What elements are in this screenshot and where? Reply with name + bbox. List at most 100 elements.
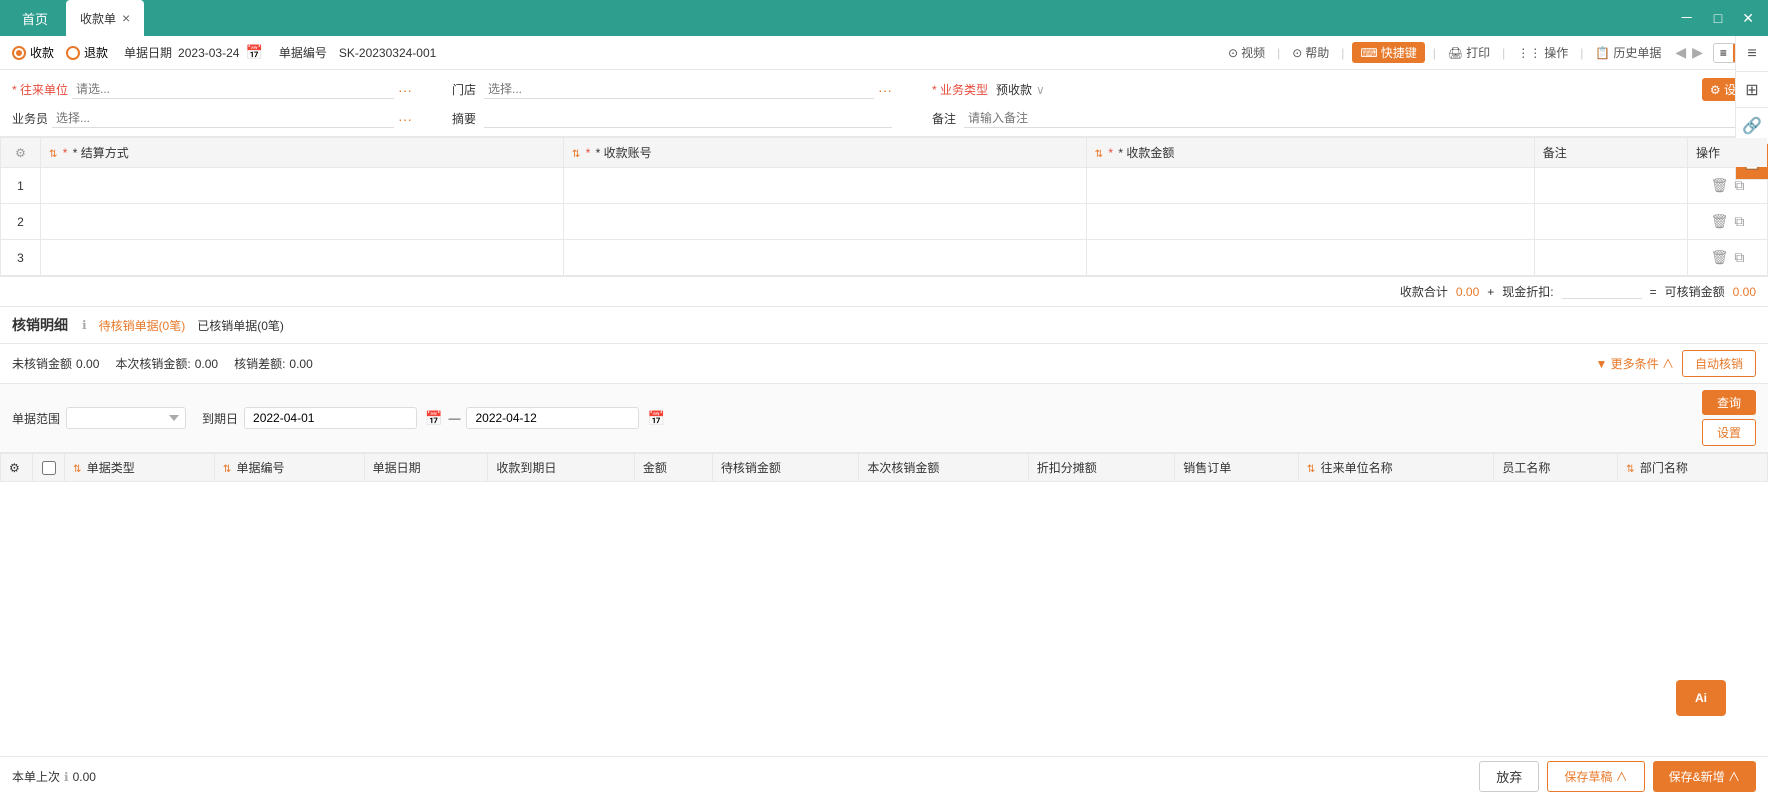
lower-col-date-header: 单据日期 <box>364 454 488 482</box>
settings-icon: ⚙ <box>1710 83 1721 97</box>
staff-more-icon[interactable]: ··· <box>398 111 412 127</box>
bottom-value: 0.00 <box>73 770 96 784</box>
auto-writeoff-button[interactable]: 自动核销 <box>1682 350 1756 377</box>
cell-amount-3[interactable] <box>1086 240 1534 276</box>
video-button[interactable]: ⊙ 视频 <box>1224 42 1269 63</box>
table-settings-icon[interactable]: ⚙ <box>15 146 26 160</box>
col-settings-header[interactable]: ⚙ <box>1 138 41 168</box>
sidebar-icon-1[interactable]: ≡ <box>1736 36 1768 72</box>
bottom-info-icon[interactable]: ℹ <box>64 770 69 784</box>
query-button[interactable]: 查询 <box>1702 390 1756 415</box>
copy-icon-3[interactable]: ⧉ <box>1734 249 1744 266</box>
cell-notes-1[interactable] <box>1534 168 1687 204</box>
discount-input[interactable] <box>1562 284 1642 299</box>
bottom-right: 放弃 保存草稿 ∧ 保存&新增 ∧ <box>1479 761 1756 792</box>
cell-settlement-2[interactable] <box>41 204 564 240</box>
nav-left-icon[interactable]: ◀ <box>1673 42 1688 63</box>
view-list-button[interactable]: ≡ <box>1714 44 1733 62</box>
more-conditions-button[interactable]: ▼ 更多条件 ∧ <box>1595 355 1674 372</box>
help-button[interactable]: ⊙ 帮助 <box>1288 42 1333 63</box>
date-calendar-icon[interactable]: 📅 <box>245 44 262 61</box>
writeoff-right: ▼ 更多条件 ∧ 自动核销 <box>1595 350 1756 377</box>
lower-col-dept-header: ⇅ 部门名称 <box>1618 454 1768 482</box>
net-value: 0.00 <box>1733 285 1756 299</box>
cell-action-3: 🗑 ⧉ <box>1688 240 1768 276</box>
print-button[interactable]: 🖨 打印 <box>1444 42 1494 63</box>
save-draft-button[interactable]: 保存草稿 ∧ <box>1547 761 1644 792</box>
lower-col-number-label: 单据编号 <box>237 461 285 475</box>
radio-receipt-label: 收款 <box>30 44 54 61</box>
history-label: 历史单据 <box>1613 44 1661 61</box>
tab-pending[interactable]: 待核销单据(0笔) <box>99 317 186 334</box>
filter-date-from[interactable] <box>244 407 417 429</box>
tab-close-icon[interactable]: × <box>122 10 130 26</box>
history-button[interactable]: 📋 历史单据 <box>1591 42 1665 63</box>
delete-icon-2[interactable]: 🗑 <box>1711 213 1729 230</box>
radio-receipt[interactable]: 收款 <box>12 44 54 61</box>
diff-value: 0.00 <box>289 357 312 371</box>
col-account-header: ⇅ * * 收款账号 <box>563 138 1086 168</box>
store-more-icon[interactable]: ··· <box>878 82 892 98</box>
filter-date-to[interactable] <box>466 407 639 429</box>
delete-icon-1[interactable]: 🗑 <box>1711 177 1729 194</box>
filter-range-label: 单据范围 <box>12 410 60 427</box>
calendar-from-icon[interactable]: 📅 <box>425 410 442 427</box>
close-button[interactable]: ✕ <box>1736 8 1760 29</box>
tab-bar: 首页 收款单 × － □ ✕ <box>0 0 1768 36</box>
tab-done[interactable]: 已核销单据(0笔) <box>197 317 284 334</box>
cell-amount-2[interactable] <box>1086 204 1534 240</box>
writeoff-header: 核销明细 ℹ 待核销单据(0笔) 已核销单据(0笔) <box>0 307 1768 344</box>
col-amount-label: * 收款金额 <box>1118 146 1174 160</box>
calendar-to-icon[interactable]: 📅 <box>647 410 664 427</box>
cell-settlement-1[interactable] <box>41 168 564 204</box>
customer-more-icon[interactable]: ··· <box>398 82 412 98</box>
col-settlement-header: ⇅ * * 结算方式 <box>41 138 564 168</box>
cell-notes-3[interactable] <box>1534 240 1687 276</box>
shortcut-label: 快捷键 <box>1381 44 1417 61</box>
filter-setting-button[interactable]: 设置 <box>1702 419 1756 446</box>
lower-col-dept-label: 部门名称 <box>1640 461 1688 475</box>
maximize-button[interactable]: □ <box>1708 8 1728 28</box>
writeoff-info-icon[interactable]: ℹ <box>82 318 87 332</box>
cell-account-2[interactable] <box>563 204 1086 240</box>
cell-notes-2[interactable] <box>1534 204 1687 240</box>
lower-col-customer-header: ⇅ 往来单位名称 <box>1298 454 1493 482</box>
radio-refund[interactable]: 退款 <box>66 44 108 61</box>
cell-amount-1[interactable] <box>1086 168 1534 204</box>
required-star: * <box>63 146 68 160</box>
ai-button[interactable]: Ai <box>1676 680 1726 716</box>
business-dropdown-icon[interactable]: ∨ <box>1036 83 1045 97</box>
customer-input[interactable] <box>72 80 394 99</box>
summary-input[interactable] <box>484 109 892 128</box>
form-row-2: 业务员 ··· 摘要 备注 <box>12 109 1756 128</box>
shortcut-icon: ⌨ <box>1360 46 1377 60</box>
sort-dept: ⇅ <box>1626 464 1634 475</box>
tab-active[interactable]: 收款单 × <box>66 0 144 36</box>
staff-field: 业务员 ··· <box>12 109 412 128</box>
operation-button[interactable]: ⋮⋮ 操作 <box>1513 42 1572 63</box>
select-all-checkbox[interactable] <box>42 461 56 475</box>
bottom-label: 本单上次 <box>12 768 60 785</box>
filter-range-select[interactable] <box>66 407 186 429</box>
discard-button[interactable]: 放弃 <box>1479 761 1539 792</box>
cell-account-1[interactable] <box>563 168 1086 204</box>
lower-settings-icon[interactable]: ⚙ <box>9 461 20 475</box>
cell-settlement-3[interactable] <box>41 240 564 276</box>
sidebar-icon-2[interactable]: ⊞ <box>1736 72 1768 108</box>
staff-input[interactable] <box>52 109 394 128</box>
copy-icon-2[interactable]: ⧉ <box>1734 213 1744 230</box>
store-input[interactable] <box>484 80 874 99</box>
save-new-button[interactable]: 保存&新增 ∧ <box>1653 761 1756 792</box>
lower-col-amount-header: 金额 <box>634 454 712 482</box>
notes-input[interactable] <box>964 109 1756 128</box>
minimize-button[interactable]: － <box>1674 6 1700 30</box>
bottom-left: 本单上次 ℹ 0.00 <box>12 768 96 785</box>
shortcut-button[interactable]: ⌨ 快捷键 <box>1352 42 1424 63</box>
tab-home[interactable]: 首页 <box>8 0 62 36</box>
delete-icon-3[interactable]: 🗑 <box>1711 249 1729 266</box>
help-label: 帮助 <box>1305 44 1329 61</box>
nav-right-icon[interactable]: ▶ <box>1690 42 1705 63</box>
lower-col-settings[interactable]: ⚙ <box>1 454 33 482</box>
cell-account-3[interactable] <box>563 240 1086 276</box>
history-icon: 📋 <box>1595 46 1610 60</box>
